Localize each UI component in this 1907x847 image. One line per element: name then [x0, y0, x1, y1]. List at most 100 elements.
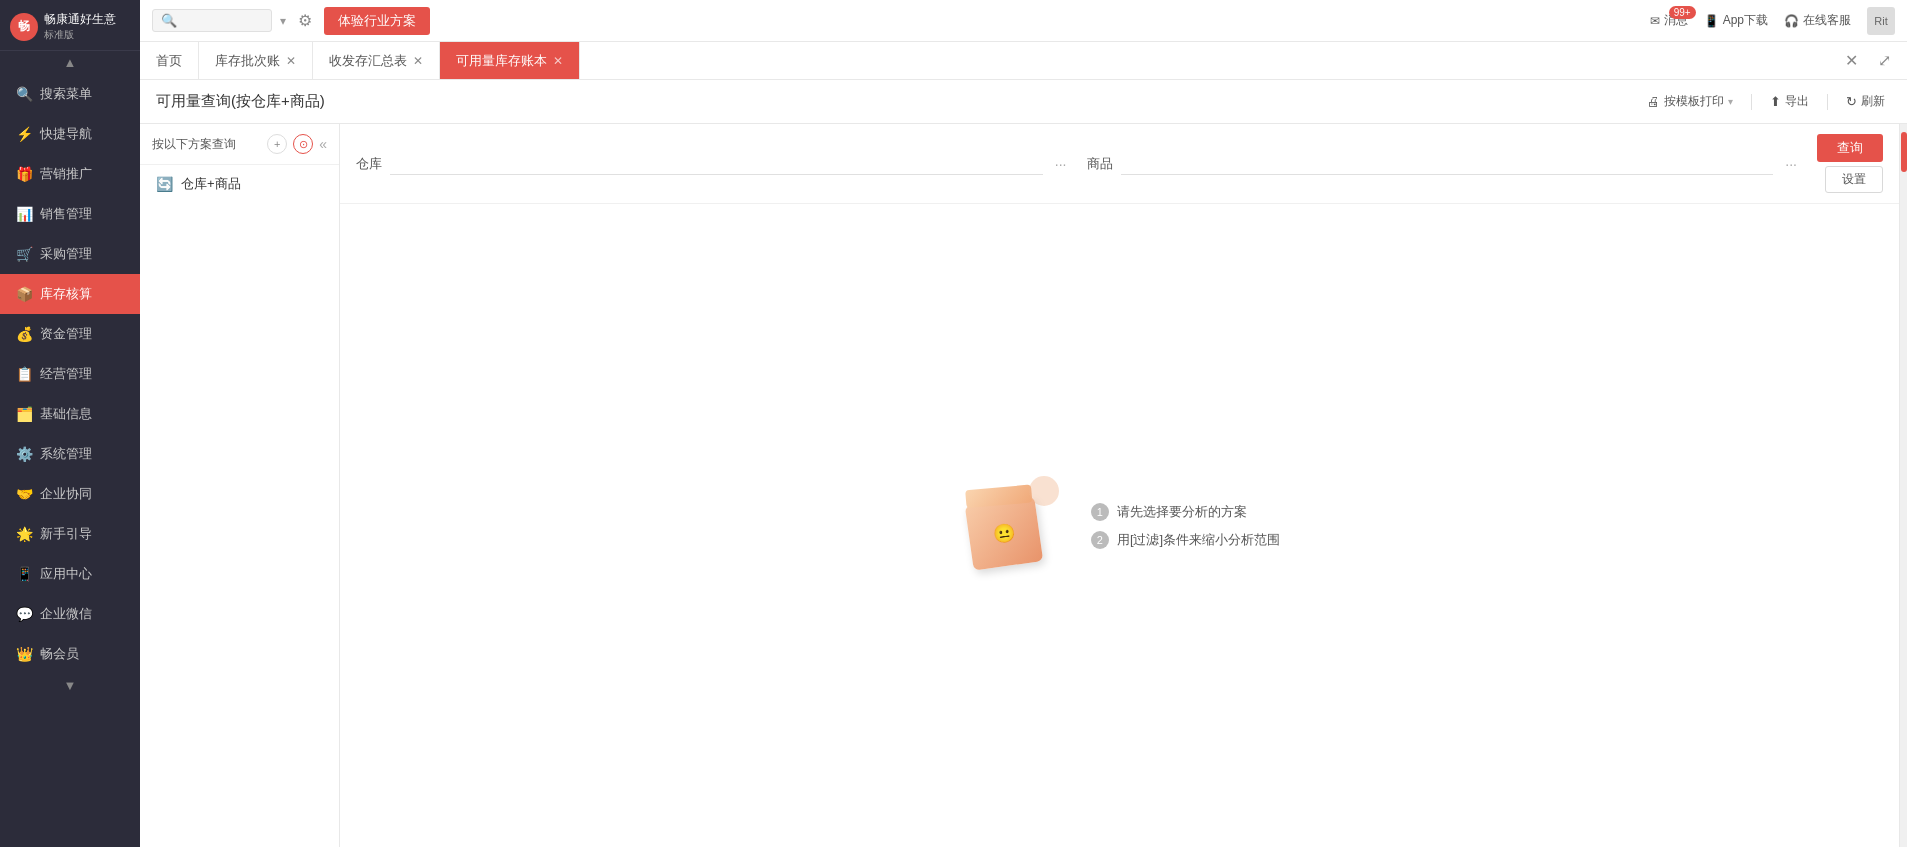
product-field: 商品 ··· [1087, 153, 1802, 175]
tab-label: 可用量库存账本 [456, 52, 547, 70]
customer-service-action[interactable]: 🎧 在线客服 [1784, 12, 1851, 29]
sidebar-item-newcomer[interactable]: 🌟 新手引导 [0, 514, 140, 554]
tab-close-icon[interactable]: ✕ [413, 55, 423, 67]
sales-icon: 📊 [16, 206, 32, 222]
tab-label: 首页 [156, 52, 182, 70]
top-bar-actions: ✉ 消息 99+ 📱 App下载 🎧 在线客服 Rit [1650, 7, 1895, 35]
filter-settings-btn[interactable]: ⊙ [293, 134, 313, 154]
sidebar-item-search[interactable]: 🔍 搜索菜单 [0, 74, 140, 114]
trial-btn[interactable]: 体验行业方案 [324, 7, 430, 35]
sidebar: 畅 畅康通好生意 标准版 ▲ 🔍 搜索菜单 ⚡ 快捷导航 🎁 营销推广 📊 销售… [0, 0, 140, 847]
basic-info-icon: 🗂️ [16, 406, 32, 422]
content-area: 按以下方案查询 + ⊙ « 🔄 仓库+商品 [140, 124, 1907, 847]
app-center-icon: 📱 [16, 566, 32, 582]
export-btn[interactable]: ⬆ 导出 [1764, 90, 1815, 113]
warehouse-field: 仓库 ··· [356, 153, 1071, 175]
search-chevron-icon[interactable]: ▾ [280, 14, 286, 28]
page-header-actions: 🖨 按模板打印 ▾ ⬆ 导出 ↻ 刷新 [1641, 90, 1891, 113]
sidebar-item-ops[interactable]: 📋 经营管理 [0, 354, 140, 394]
settings-btn[interactable]: 设置 [1825, 166, 1883, 193]
tab-available-ledger[interactable]: 可用量库存账本 ✕ [440, 42, 580, 79]
top-search-box[interactable]: 🔍 [152, 9, 272, 32]
scrollbar-thumb[interactable] [1901, 132, 1907, 172]
tab-close-icon[interactable]: ✕ [286, 55, 296, 67]
coop-icon: 🤝 [16, 486, 32, 502]
product-input[interactable] [1121, 153, 1774, 175]
query-actions: 查询 设置 [1817, 134, 1883, 193]
scroll-down-btn[interactable]: ▼ [0, 674, 140, 697]
page-title: 可用量查询(按仓库+商品) [156, 92, 325, 111]
tab-close-all-btn[interactable]: ✕ [1837, 47, 1866, 74]
tab-batch-account[interactable]: 库存批次账 ✕ [199, 42, 313, 79]
warehouse-input[interactable] [390, 153, 1043, 175]
sidebar-item-label: 基础信息 [40, 405, 92, 423]
filter-header-label: 按以下方案查询 [152, 136, 236, 153]
print-chevron-icon: ▾ [1728, 96, 1733, 107]
filter-collapse-icon[interactable]: « [319, 136, 327, 152]
customer-service-icon: 🎧 [1784, 14, 1799, 28]
tab-label: 库存批次账 [215, 52, 280, 70]
hint-num-1: 1 [1091, 503, 1109, 521]
filter-add-btn[interactable]: + [267, 134, 287, 154]
tab-receive-summary[interactable]: 收发存汇总表 ✕ [313, 42, 440, 79]
query-btn[interactable]: 查询 [1817, 134, 1883, 162]
customer-service-label: 在线客服 [1803, 12, 1851, 29]
logo-name: 畅康通好生意 [44, 12, 116, 28]
tab-bar-end: ✕ ⤢ [1837, 42, 1907, 79]
sidebar-item-purchase[interactable]: 🛒 采购管理 [0, 234, 140, 274]
sidebar-item-marketing[interactable]: 🎁 营销推广 [0, 154, 140, 194]
sidebar-item-label: 销售管理 [40, 205, 92, 223]
divider [1827, 94, 1828, 110]
settings-icon: ⊙ [299, 138, 308, 151]
sidebar-item-inventory[interactable]: 📦 库存核算 [0, 274, 140, 314]
filter-item-warehouse-product[interactable]: 🔄 仓库+商品 [140, 165, 339, 203]
sidebar-nav: ▲ 🔍 搜索菜单 ⚡ 快捷导航 🎁 营销推广 📊 销售管理 🛒 采购管理 📦 库… [0, 51, 140, 847]
avatar[interactable]: Rit [1867, 7, 1895, 35]
warehouse-dots-btn[interactable]: ··· [1051, 156, 1071, 172]
scroll-up-btn[interactable]: ▲ [0, 51, 140, 74]
sidebar-item-fund[interactable]: 💰 资金管理 [0, 314, 140, 354]
message-action[interactable]: ✉ 消息 99+ [1650, 12, 1688, 29]
sys-icon: ⚙️ [16, 446, 32, 462]
gear-icon[interactable]: ⚙ [294, 7, 316, 34]
empty-hint-1: 1 请先选择要分析的方案 [1091, 503, 1280, 521]
top-search-input[interactable] [181, 14, 261, 28]
sidebar-item-basic-info[interactable]: 🗂️ 基础信息 [0, 394, 140, 434]
filter-header: 按以下方案查询 + ⊙ « [140, 124, 339, 165]
message-icon: ✉ [1650, 14, 1660, 28]
sidebar-item-quick-nav[interactable]: ⚡ 快捷导航 [0, 114, 140, 154]
vip-icon: 👑 [16, 646, 32, 662]
main-area: 🔍 ▾ ⚙ 体验行业方案 ✉ 消息 99+ 📱 App下载 🎧 在线客服 Rit [140, 0, 1907, 847]
tab-close-icon[interactable]: ✕ [553, 55, 563, 67]
product-dots-btn[interactable]: ··· [1781, 156, 1801, 172]
hint-text-1: 请先选择要分析的方案 [1117, 503, 1247, 521]
hint-num-2: 2 [1091, 531, 1109, 549]
divider [1751, 94, 1752, 110]
fund-icon: 💰 [16, 326, 32, 342]
tab-expand-btn[interactable]: ⤢ [1870, 47, 1899, 74]
sidebar-item-sales[interactable]: 📊 销售管理 [0, 194, 140, 234]
print-btn[interactable]: 🖨 按模板打印 ▾ [1641, 90, 1739, 113]
sidebar-item-enterprise-coop[interactable]: 🤝 企业协同 [0, 474, 140, 514]
sidebar-item-app-center[interactable]: 📱 应用中心 [0, 554, 140, 594]
sidebar-item-label: 搜索菜单 [40, 85, 92, 103]
sidebar-item-sys[interactable]: ⚙️ 系统管理 [0, 434, 140, 474]
export-icon: ⬆ [1770, 94, 1781, 109]
search-icon: 🔍 [16, 86, 32, 102]
sidebar-item-label: 库存核算 [40, 285, 92, 303]
query-bar: 仓库 ··· 商品 ··· 查询 设置 [340, 124, 1899, 204]
tab-home[interactable]: 首页 [140, 42, 199, 79]
sidebar-item-vip[interactable]: 👑 畅会员 [0, 634, 140, 674]
add-icon: + [274, 138, 280, 150]
message-badge: 99+ [1669, 6, 1696, 19]
sidebar-item-label: 营销推广 [40, 165, 92, 183]
sidebar-item-enterprise-wechat[interactable]: 💬 企业微信 [0, 594, 140, 634]
refresh-btn[interactable]: ↻ 刷新 [1840, 90, 1891, 113]
refresh-label: 刷新 [1861, 93, 1885, 110]
app-download-icon: 📱 [1704, 14, 1719, 28]
app-download-action[interactable]: 📱 App下载 [1704, 12, 1768, 29]
tab-bar: 首页 库存批次账 ✕ 收发存汇总表 ✕ 可用量库存账本 ✕ ✕ ⤢ [140, 42, 1907, 80]
right-scrollbar [1899, 124, 1907, 847]
main-content: 仓库 ··· 商品 ··· 查询 设置 [340, 124, 1899, 847]
filter-panel: 按以下方案查询 + ⊙ « 🔄 仓库+商品 [140, 124, 340, 847]
